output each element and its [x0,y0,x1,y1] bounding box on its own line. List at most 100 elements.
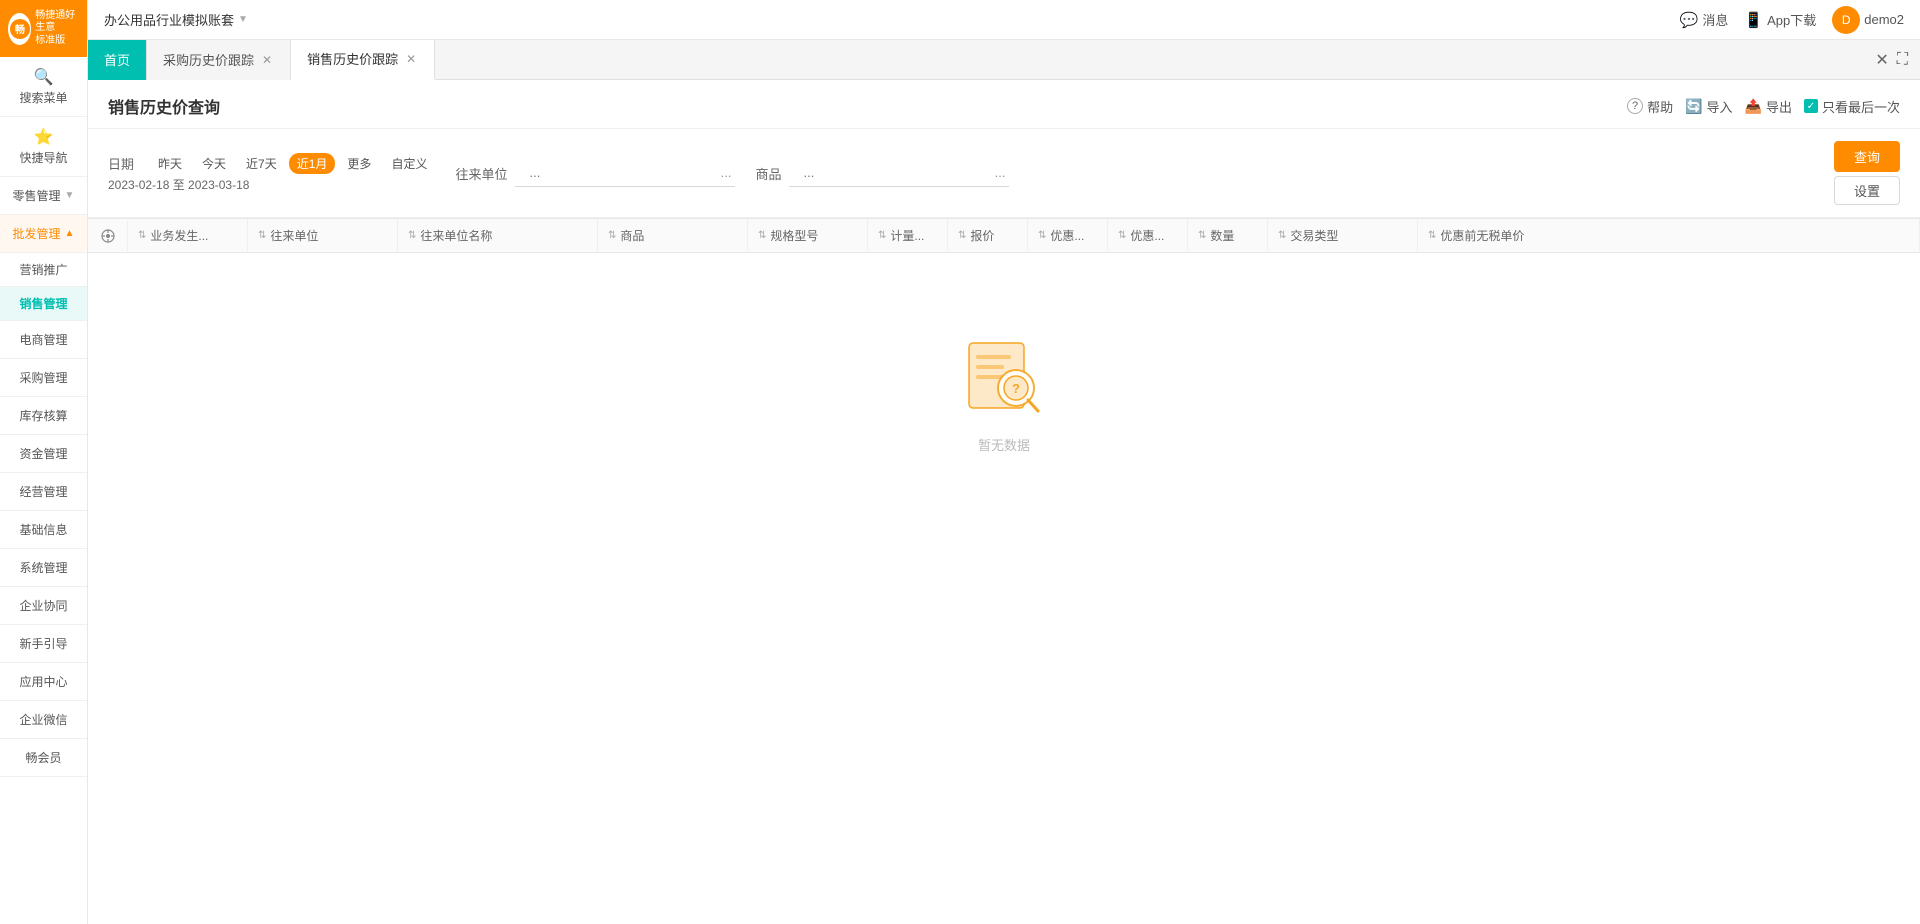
goods-filter-group: 商品 ... [755,159,1009,187]
sidebar-item-marketing[interactable]: 营销推广 [0,253,87,287]
th-settings[interactable] [88,221,128,251]
goods-filter-label: 商品 [755,164,781,183]
help-icon: ? [1627,98,1643,114]
th-biz-date[interactable]: ⇅ 业务发生... [128,219,248,252]
page-title-actions: ? 帮助 🔄 导入 📤 导出 ✓ 只看最后一次 [1627,97,1900,116]
th-spec-sort-icon: ⇅ [758,230,766,241]
app-download-button[interactable]: 📱 App下载 [1744,10,1816,29]
search-menu-icon: 🔍 [34,67,54,87]
sidebar-item-enterprise[interactable]: 企业协同 [0,587,87,625]
retail-arrow-icon: ▼ [65,190,75,201]
date-option-yesterday[interactable]: 昨天 [150,153,190,174]
date-options: 昨天 今天 近7天 近1月 更多 自定义 [150,153,435,174]
date-option-today[interactable]: 今天 [194,153,234,174]
date-range-display: 2023-02-18 至 2023-03-18 [108,176,435,193]
th-discount2[interactable]: ⇅ 优惠... [1108,219,1188,252]
query-button[interactable]: 查询 [1834,141,1900,172]
header-left: 办公用品行业模拟账套 ▼ [104,10,248,29]
date-filter-label: 日期 [108,154,134,173]
check-mark-icon: ✓ [1807,101,1815,112]
sidebar-item-wholesale-mgmt[interactable]: 批发管理 ▲ [0,215,87,253]
sidebar-item-app-center[interactable]: 应用中心 [0,663,87,701]
th-pretax-price[interactable]: ⇅ 优惠前无税单价 [1418,219,1920,252]
message-button[interactable]: 💬 消息 [1680,10,1729,29]
sidebar-item-operations[interactable]: 经营管理 [0,473,87,511]
table-container: ⇅ 业务发生... ⇅ 往来单位 ⇅ 往来单位名称 ⇅ 商品 ⇅ 规格型号 [88,218,1920,534]
export-button[interactable]: 📤 导出 [1745,97,1792,116]
sidebar-item-member[interactable]: 畅会员 [0,739,87,777]
tab-purchase-history[interactable]: 采购历史价跟踪 ✕ [147,40,291,80]
dropdown-arrow-icon: ▼ [238,14,248,25]
content-area: 销售历史价查询 ? 帮助 🔄 导入 📤 导出 ✓ [88,80,1920,924]
sidebar-item-sales-mgmt[interactable]: 销售管理 [0,287,87,321]
partner-filter-group: 往来单位 ... [455,159,735,187]
sidebar-item-inventory[interactable]: 库存核算 [0,397,87,435]
svg-text:?: ? [1012,381,1020,396]
settings-button[interactable]: 设置 [1834,176,1900,205]
import-button[interactable]: 🔄 导入 [1685,97,1732,116]
filter-actions: 查询 设置 [1834,141,1900,205]
th-partner-name[interactable]: ⇅ 往来单位名称 [398,219,598,252]
sidebar-item-retail-mgmt[interactable]: 零售管理 ▼ [0,177,87,215]
th-discount2-sort-icon: ⇅ [1118,230,1126,241]
th-goods[interactable]: ⇅ 商品 [598,219,748,252]
partner-filter-label: 往来单位 [455,164,507,183]
th-spec[interactable]: ⇅ 规格型号 [748,219,868,252]
th-partner-code[interactable]: ⇅ 往来单位 [248,219,398,252]
date-option-last7[interactable]: 近7天 [238,153,285,174]
tab-bar: 首页 采购历史价跟踪 ✕ 销售历史价跟踪 ✕ ✕ ⛶ [88,40,1920,80]
tab-close-all-button[interactable]: ✕ [1875,50,1888,70]
tab-sales-history-close[interactable]: ✕ [404,50,418,68]
avatar: D [1832,6,1860,34]
tab-home[interactable]: 首页 [88,40,147,80]
th-qty[interactable]: ⇅ 数量 [1188,219,1268,252]
logo-icon: 畅 [8,13,31,45]
empty-icon: ? [954,333,1054,423]
th-discount1[interactable]: ⇅ 优惠... [1028,219,1108,252]
table-header: ⇅ 业务发生... ⇅ 往来单位 ⇅ 往来单位名称 ⇅ 商品 ⇅ 规格型号 [88,218,1920,253]
main-area: 办公用品行业模拟账套 ▼ 💬 消息 📱 App下载 D demo2 首页 [88,0,1920,924]
tab-purchase-history-close[interactable]: ✕ [260,51,274,69]
only-last-checkbox[interactable]: ✓ 只看最后一次 [1804,97,1900,116]
th-unit[interactable]: ⇅ 计量... [868,219,948,252]
tab-bar-actions: ✕ ⛶ [1875,50,1920,70]
sidebar-item-ecommerce[interactable]: 电商管理 [0,321,87,359]
date-options-row: 日期 昨天 今天 近7天 近1月 更多 自定义 [108,153,435,174]
goods-input[interactable] [793,161,989,184]
app-download-icon: 📱 [1744,11,1763,29]
sidebar-item-newbie[interactable]: 新手引导 [0,625,87,663]
account-dropdown[interactable]: 办公用品行业模拟账套 ▼ [104,10,248,29]
th-qty-sort-icon: ⇅ [1198,230,1206,241]
quick-nav-icon: ⭐ [34,127,54,147]
th-discount1-sort-icon: ⇅ [1038,230,1046,241]
sidebar-item-system[interactable]: 系统管理 [0,549,87,587]
th-deal-type-sort-icon: ⇅ [1278,230,1286,241]
th-partner-name-sort-icon: ⇅ [408,230,416,241]
goods-dots-button[interactable]: ... [995,165,1006,180]
date-filter-col: 日期 昨天 今天 近7天 近1月 更多 自定义 2023-02-18 至 202… [108,153,435,193]
sidebar-item-enterprise-wechat[interactable]: 企业微信 [0,701,87,739]
filter-inputs-row: 往来单位 ... 商品 ... [455,159,1814,187]
tab-expand-button[interactable]: ⛶ [1897,51,1908,69]
th-partner-code-sort-icon: ⇅ [258,230,266,241]
date-option-last1m[interactable]: 近1月 [289,153,336,174]
sidebar-item-search-menu[interactable]: 🔍 搜索菜单 [0,57,87,117]
th-quote[interactable]: ⇅ 报价 [948,219,1028,252]
date-option-more[interactable]: 更多 [339,153,379,174]
user-avatar-area[interactable]: D demo2 [1832,6,1904,34]
tab-sales-history[interactable]: 销售历史价跟踪 ✕ [291,40,435,80]
th-biz-date-sort-icon: ⇅ [138,230,146,241]
help-button[interactable]: ? 帮助 [1627,97,1673,116]
sidebar-item-purchase-mgmt[interactable]: 采购管理 [0,359,87,397]
app-logo: 畅 畅捷通好生意 标准版 [0,0,87,57]
th-unit-sort-icon: ⇅ [878,230,886,241]
partner-input[interactable] [519,161,715,184]
th-deal-type[interactable]: ⇅ 交易类型 [1268,219,1418,252]
partner-dots-button[interactable]: ... [721,165,732,180]
sidebar-item-finance[interactable]: 资金管理 [0,435,87,473]
goods-input-container: ... [789,159,1009,187]
sidebar-item-quick-nav[interactable]: ⭐ 快捷导航 [0,117,87,177]
checkbox-icon: ✓ [1804,99,1818,113]
sidebar-item-basic-info[interactable]: 基础信息 [0,511,87,549]
date-option-custom[interactable]: 自定义 [383,153,435,174]
